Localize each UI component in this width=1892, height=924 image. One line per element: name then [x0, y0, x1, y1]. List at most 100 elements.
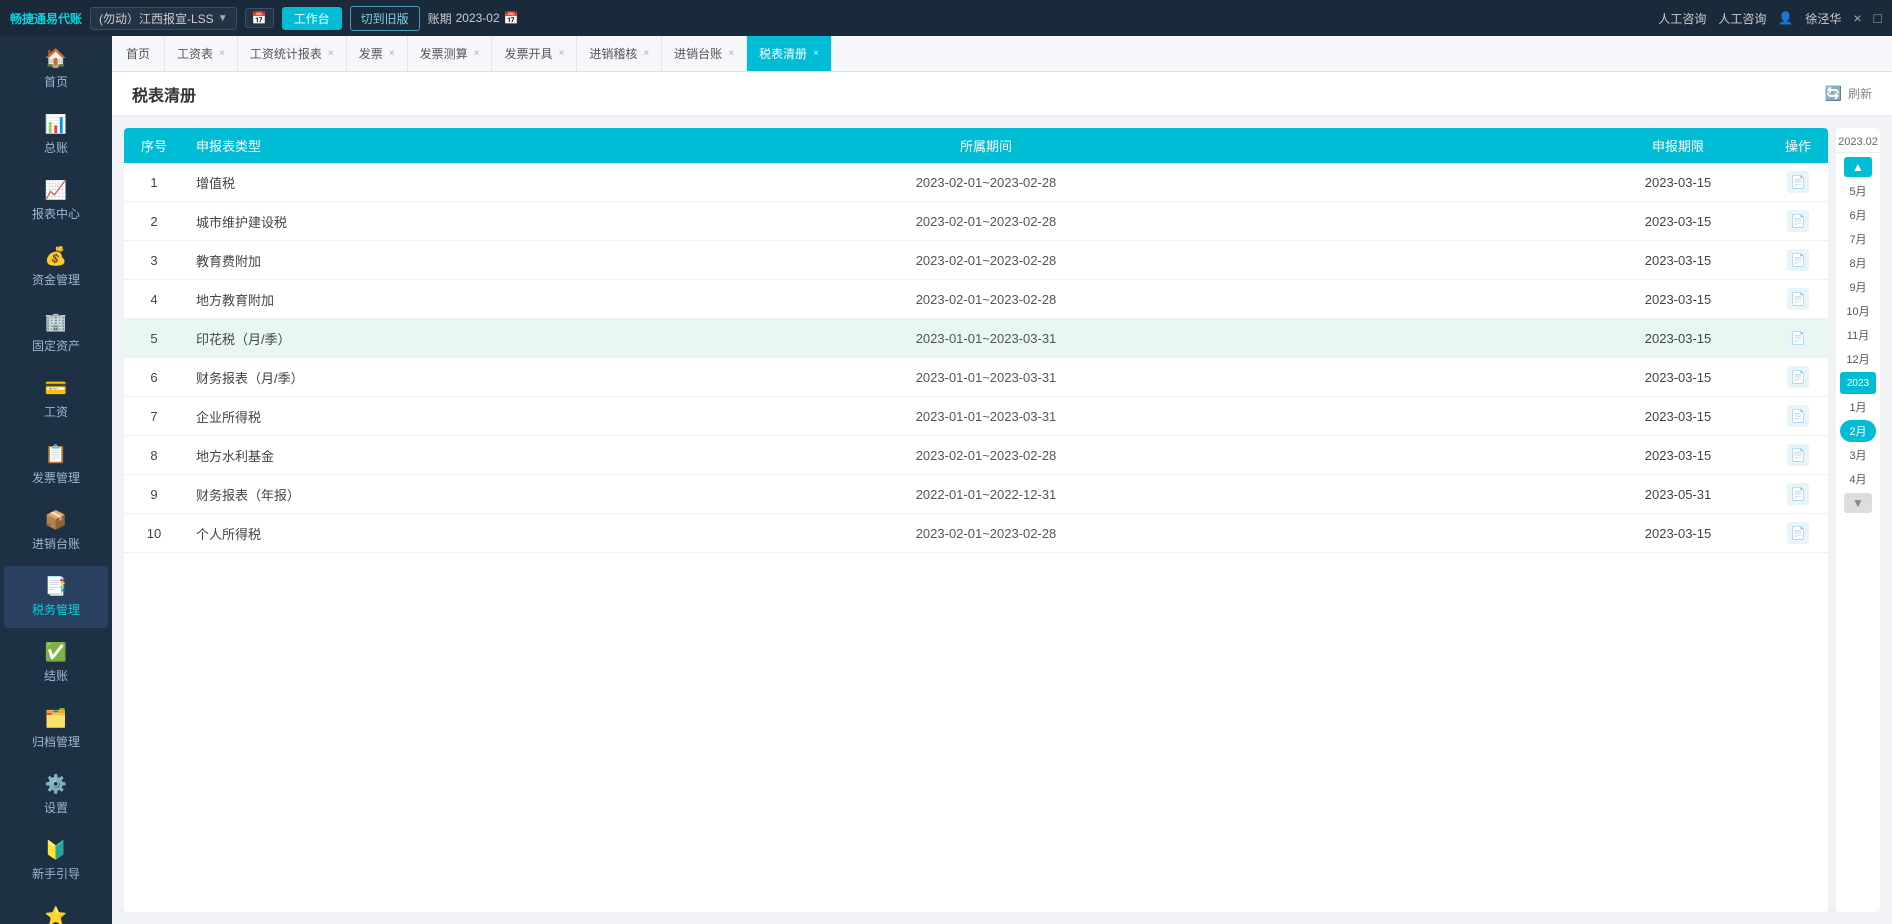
cell-action[interactable]: 📄	[1768, 319, 1828, 358]
tab-purchase-ledger-close[interactable]: ×	[728, 48, 734, 59]
action-icon[interactable]: 📄	[1787, 366, 1809, 388]
calendar-icon-btn[interactable]: 📅	[245, 8, 274, 28]
action-icon[interactable]: 📄	[1787, 405, 1809, 427]
cell-action[interactable]: 📄	[1768, 514, 1828, 553]
tab-tax-clear-label: 税表清册	[759, 45, 807, 62]
timeline-month-11[interactable]: 11月	[1840, 324, 1876, 346]
action-icon[interactable]: 📄	[1787, 249, 1809, 271]
cell-period: 2023-02-01~2023-02-28	[384, 202, 1588, 241]
tab-salary-stats-close[interactable]: ×	[328, 48, 334, 59]
tab-salary-table-close[interactable]: ×	[219, 48, 225, 59]
sidebar-item-label: 发票管理	[32, 469, 80, 486]
maximize-icon[interactable]: □	[1874, 10, 1882, 26]
main-content: 序号 申报表类型 所属期间 申报期限 操作 1 增值税 2023-02-01~2…	[112, 116, 1892, 924]
tab-tax-clear[interactable]: 税表清册 ×	[747, 36, 832, 71]
timeline-up-btn[interactable]: ▲	[1844, 157, 1872, 177]
fund-icon: 💰	[45, 246, 67, 267]
col-no: 序号	[124, 128, 184, 163]
cell-type: 财务报表（年报）	[184, 475, 384, 514]
timeline-month-9[interactable]: 9月	[1840, 276, 1876, 298]
ai-consult-label[interactable]: 人工咨询	[1718, 10, 1766, 27]
tab-invoice-open-close[interactable]: ×	[558, 48, 564, 59]
cell-period: 2023-02-01~2023-02-28	[384, 241, 1588, 280]
sidebar-item-label: 税务管理	[32, 601, 80, 618]
col-action: 操作	[1768, 128, 1828, 163]
timeline-month-12[interactable]: 12月	[1840, 348, 1876, 370]
tab-purchase-check-close[interactable]: ×	[643, 48, 649, 59]
action-icon[interactable]: 📄	[1787, 171, 1809, 193]
cell-type: 财务报表（月/季）	[184, 358, 384, 397]
cell-action[interactable]: 📄	[1768, 163, 1828, 202]
action-icon[interactable]: 📄	[1787, 210, 1809, 232]
sidebar-item-member[interactable]: ⭐ 畅会员	[4, 896, 108, 924]
sidebar-item-report[interactable]: 📈 报表中心	[4, 170, 108, 232]
action-icon[interactable]: 📄	[1787, 522, 1809, 544]
cell-action[interactable]: 📄	[1768, 358, 1828, 397]
action-icon[interactable]: 📄	[1787, 288, 1809, 310]
sidebar-item-settings[interactable]: ⚙️ 设置	[4, 764, 108, 826]
tab-purchase-check[interactable]: 进销稽核 ×	[577, 36, 662, 71]
timeline-down-btn[interactable]: ▼	[1844, 493, 1872, 513]
cell-type: 印花税（月/季）	[184, 319, 384, 358]
sidebar-item-invoice[interactable]: 📋 发票管理	[4, 434, 108, 496]
action-icon[interactable]: 📄	[1787, 327, 1809, 349]
sidebar-item-salary[interactable]: 💳 工资	[4, 368, 108, 430]
sidebar-item-ledger[interactable]: 📊 总账	[4, 104, 108, 166]
tab-invoice[interactable]: 发票 ×	[347, 36, 408, 71]
timeline-month-3[interactable]: 3月	[1840, 444, 1876, 466]
purchase-icon: 📦	[45, 510, 67, 531]
timeline-month-5[interactable]: 5月	[1840, 180, 1876, 202]
home-icon: 🏠	[45, 48, 67, 69]
tab-salary-stats[interactable]: 工资统计报表 ×	[238, 36, 347, 71]
settings-icon: ⚙️	[45, 774, 67, 795]
cell-no: 7	[124, 397, 184, 436]
cell-type: 教育费附加	[184, 241, 384, 280]
company-selector[interactable]: (勿动）江西报宣-LSS ▼	[90, 7, 237, 30]
sidebar-item-fund[interactable]: 💰 资金管理	[4, 236, 108, 298]
top-bar-right: 人工咨询 人工咨询 👤 徐泾华 × □	[1658, 10, 1882, 27]
close-window-icon[interactable]: ×	[1853, 10, 1861, 26]
sidebar-item-purchase[interactable]: 📦 进销台账	[4, 500, 108, 562]
timeline-month-7[interactable]: 7月	[1840, 228, 1876, 250]
cell-action[interactable]: 📄	[1768, 202, 1828, 241]
tab-salary-table[interactable]: 工资表 ×	[165, 36, 238, 71]
timeline-month-4[interactable]: 4月	[1840, 468, 1876, 490]
member-icon: ⭐	[45, 906, 67, 924]
cell-action[interactable]: 📄	[1768, 241, 1828, 280]
timeline-month-8[interactable]: 8月	[1840, 252, 1876, 274]
cell-action[interactable]: 📄	[1768, 436, 1828, 475]
timeline-month-2-active[interactable]: 2月	[1840, 420, 1876, 442]
sidebar-item-fixed[interactable]: 🏢 固定资产	[4, 302, 108, 364]
cell-action[interactable]: 📄	[1768, 475, 1828, 514]
sidebar-item-label: 报表中心	[32, 205, 80, 222]
sidebar-item-home[interactable]: 🏠 首页	[4, 38, 108, 100]
ai-consult-btn[interactable]: 人工咨询	[1658, 10, 1706, 27]
sidebar-item-tax[interactable]: 📑 税务管理	[4, 566, 108, 628]
tab-invoice-open[interactable]: 发票开具 ×	[492, 36, 577, 71]
tab-tax-clear-close[interactable]: ×	[813, 48, 819, 59]
cell-no: 1	[124, 163, 184, 202]
cell-action[interactable]: 📄	[1768, 397, 1828, 436]
tab-invoice-calc[interactable]: 发票测算 ×	[408, 36, 493, 71]
action-icon[interactable]: 📄	[1787, 483, 1809, 505]
timeline-month-6[interactable]: 6月	[1840, 204, 1876, 226]
sidebar-item-archive[interactable]: 🗂️ 归档管理	[4, 698, 108, 760]
tab-purchase-ledger[interactable]: 进销台账 ×	[662, 36, 747, 71]
calendar-icon: 📅	[504, 11, 519, 25]
tab-home[interactable]: 首页	[112, 36, 165, 71]
tab-invoice-close[interactable]: ×	[389, 48, 395, 59]
refresh-btn[interactable]: 🔄 刷新	[1825, 85, 1872, 102]
sidebar-item-guide[interactable]: 🔰 新手引导	[4, 830, 108, 892]
tab-invoice-calc-close[interactable]: ×	[474, 48, 480, 59]
cell-period: 2023-01-01~2023-03-31	[384, 358, 1588, 397]
tab-salary-table-label: 工资表	[177, 45, 213, 62]
cell-action[interactable]: 📄	[1768, 280, 1828, 319]
timeline-month-10[interactable]: 10月	[1840, 300, 1876, 322]
workbench-button[interactable]: 工作台	[282, 7, 342, 30]
timeline-month-1[interactable]: 1月	[1840, 396, 1876, 418]
tab-purchase-ledger-label: 进销台账	[674, 45, 722, 62]
switch-old-button[interactable]: 切到旧版	[350, 6, 420, 31]
action-icon[interactable]: 📄	[1787, 444, 1809, 466]
sidebar-item-settle[interactable]: ✅ 结账	[4, 632, 108, 694]
tab-invoice-calc-label: 发票测算	[420, 45, 468, 62]
